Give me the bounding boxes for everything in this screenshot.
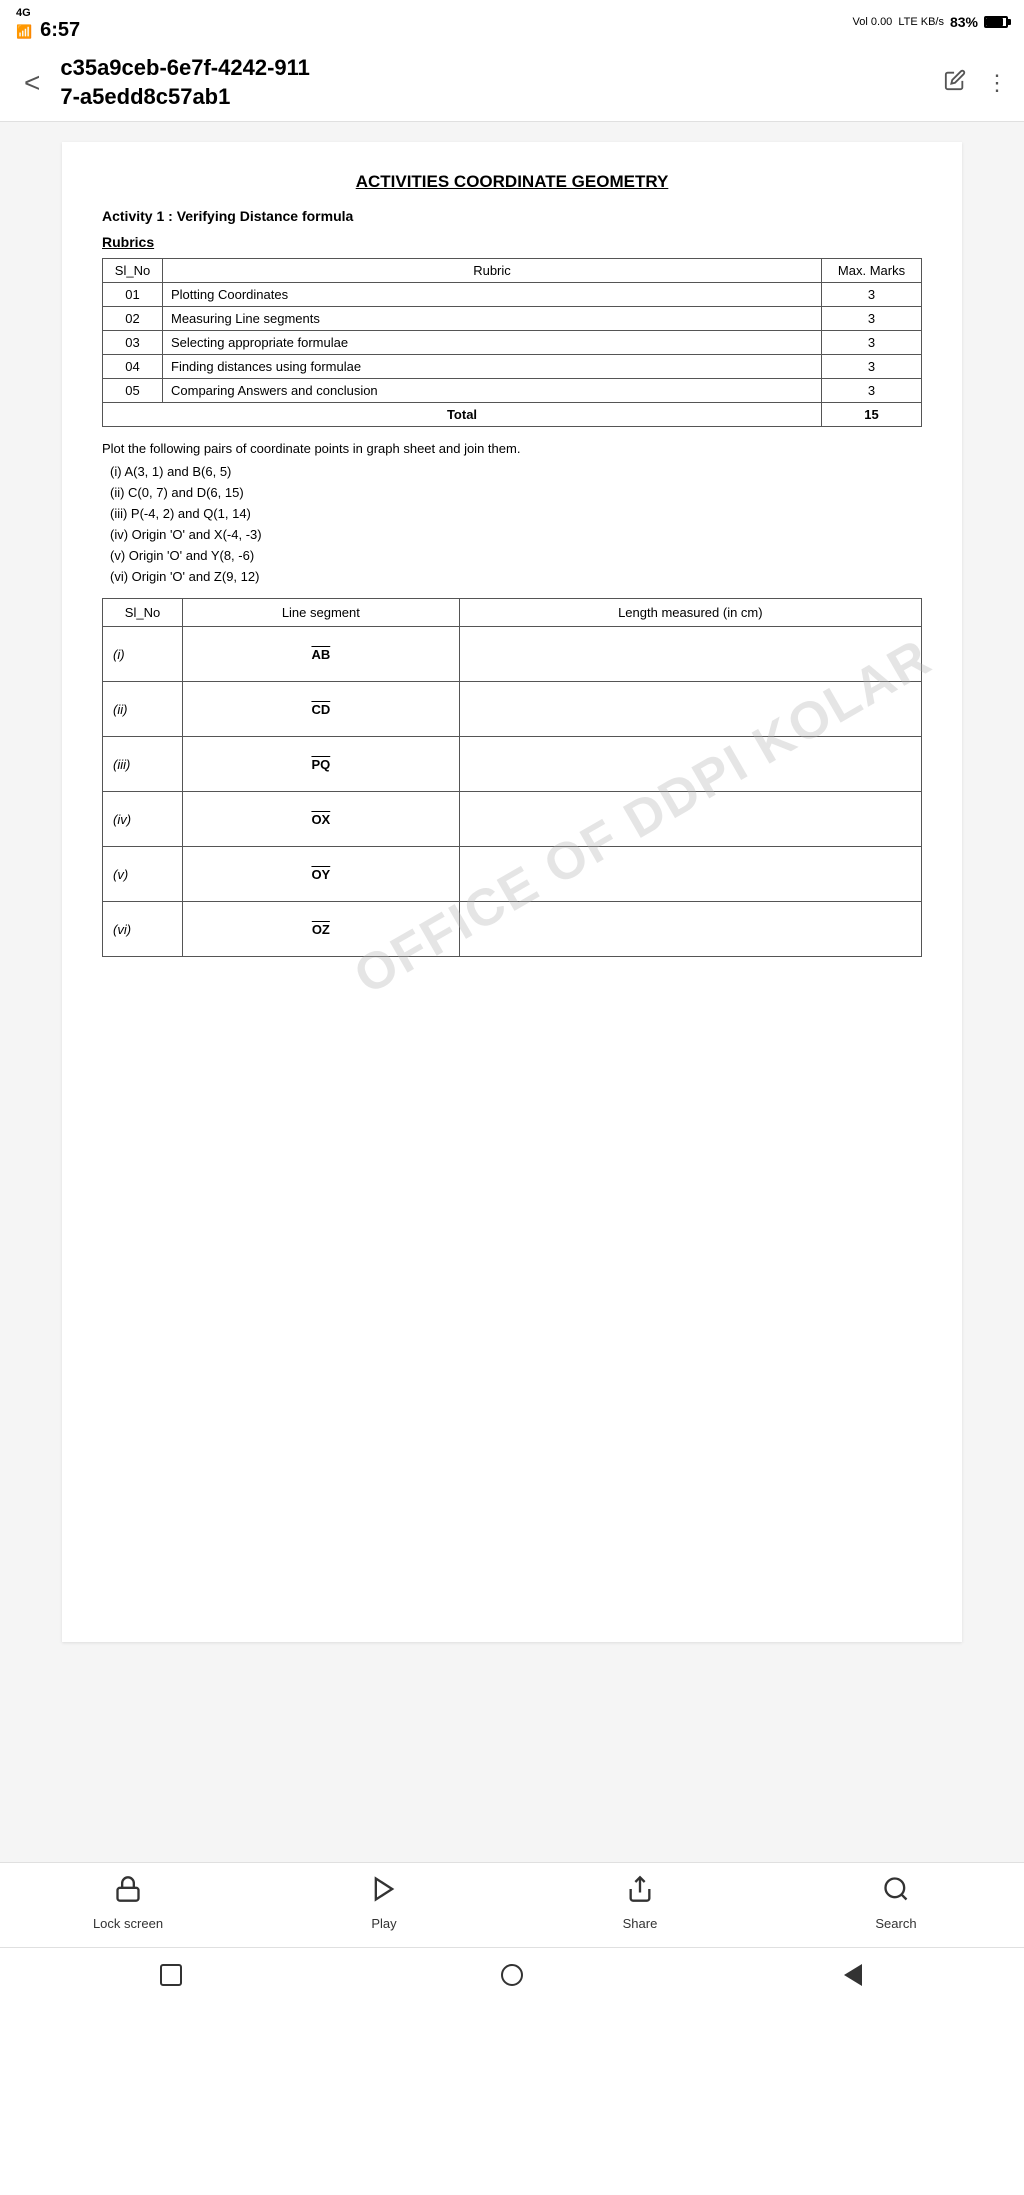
- signal-icon: 4G📶: [16, 7, 32, 39]
- search-button[interactable]: Search: [856, 1875, 936, 1931]
- lte-display: LTE KB/s: [898, 16, 944, 28]
- battery-percent: 83%: [950, 14, 978, 30]
- table-row: 05 Comparing Answers and conclusion 3: [103, 379, 922, 403]
- status-bar: 4G📶 6:57 Vol 0.00 LTE KB/s 83%: [0, 0, 1024, 44]
- document: OFFICE OF DDPI KOLAR ACTIVITIES COORDINA…: [62, 142, 962, 1642]
- list-item: (ii) C(0, 7) and D(6, 15): [102, 485, 922, 500]
- more-options-icon[interactable]: ⋮: [986, 70, 1008, 96]
- col-marks: Max. Marks: [822, 259, 922, 283]
- list-item: (vi) Origin 'O' and Z(9, 12): [102, 569, 922, 584]
- edit-icon[interactable]: [944, 69, 966, 97]
- table-row: 03 Selecting appropriate formulae 3: [103, 331, 922, 355]
- total-row: Total 15: [103, 403, 922, 427]
- square-icon: [160, 1964, 182, 1986]
- meas-col-seg: Line segment: [183, 599, 460, 627]
- lock-icon: [114, 1875, 142, 1910]
- play-button[interactable]: Play: [344, 1875, 424, 1931]
- search-label: Search: [875, 1916, 916, 1931]
- nav-circle-button[interactable]: [492, 1960, 532, 1990]
- list-item: (i) A(3, 1) and B(6, 5): [102, 464, 922, 479]
- table-row: (vi) OZ: [103, 902, 922, 957]
- table-row: (ii) CD: [103, 682, 922, 737]
- status-right: Vol 0.00 LTE KB/s 83%: [853, 14, 1008, 30]
- app-header: < c35a9ceb-6e7f-4242-9117-a5edd8c57ab1 ⋮: [0, 44, 1024, 122]
- play-label: Play: [371, 1916, 396, 1931]
- list-item: (iv) Origin 'O' and X(-4, -3): [102, 527, 922, 542]
- table-row: 01 Plotting Coordinates 3: [103, 283, 922, 307]
- document-main-title: ACTIVITIES COORDINATE GEOMETRY: [102, 172, 922, 192]
- battery-icon: [984, 16, 1008, 28]
- col-slno: Sl_No: [103, 259, 163, 283]
- content-area: OFFICE OF DDPI KOLAR ACTIVITIES COORDINA…: [0, 122, 1024, 1662]
- rubrics-table: Sl_No Rubric Max. Marks 01 Plotting Coor…: [102, 258, 922, 427]
- status-time: 4G📶 6:57: [16, 3, 80, 42]
- header-icons: ⋮: [944, 69, 1008, 97]
- vol-display: Vol 0.00: [853, 16, 893, 28]
- nav-back-button[interactable]: [833, 1960, 873, 1990]
- rubrics-heading: Rubrics: [102, 234, 922, 250]
- lock-screen-button[interactable]: Lock screen: [88, 1875, 168, 1931]
- bottom-toolbar: Lock screen Play Share Search: [0, 1862, 1024, 1947]
- activity-heading: Activity 1 : Verifying Distance formula: [102, 208, 922, 224]
- list-item: (iii) P(-4, 2) and Q(1, 14): [102, 506, 922, 521]
- share-button[interactable]: Share: [600, 1875, 680, 1931]
- search-icon: [882, 1875, 910, 1910]
- table-row: (v) OY: [103, 847, 922, 902]
- lock-screen-label: Lock screen: [93, 1916, 163, 1931]
- measure-table: Sl_No Line segment Length measured (in c…: [102, 598, 922, 957]
- table-row: 04 Finding distances using formulae 3: [103, 355, 922, 379]
- share-icon: [626, 1875, 654, 1910]
- table-row: (iii) PQ: [103, 737, 922, 792]
- circle-icon: [501, 1964, 523, 1986]
- table-row: 02 Measuring Line segments 3: [103, 307, 922, 331]
- back-button[interactable]: <: [16, 63, 48, 103]
- col-rubric: Rubric: [163, 259, 822, 283]
- time-display: 6:57: [40, 19, 80, 41]
- instructions: Plot the following pairs of coordinate p…: [102, 441, 922, 456]
- play-icon: [370, 1875, 398, 1910]
- share-label: Share: [623, 1916, 658, 1931]
- nav-square-button[interactable]: [151, 1960, 191, 1990]
- empty-space: [0, 1662, 1024, 1862]
- table-row: (iv) OX: [103, 792, 922, 847]
- nav-bar: [0, 1947, 1024, 2010]
- triangle-icon: [844, 1964, 862, 1986]
- meas-col-slno: Sl_No: [103, 599, 183, 627]
- coordinate-list: (i) A(3, 1) and B(6, 5) (ii) C(0, 7) and…: [102, 464, 922, 584]
- meas-col-length: Length measured (in cm): [459, 599, 921, 627]
- table-row: (i) AB: [103, 627, 922, 682]
- document-title-header: c35a9ceb-6e7f-4242-9117-a5edd8c57ab1: [60, 54, 932, 111]
- list-item: (v) Origin 'O' and Y(8, -6): [102, 548, 922, 563]
